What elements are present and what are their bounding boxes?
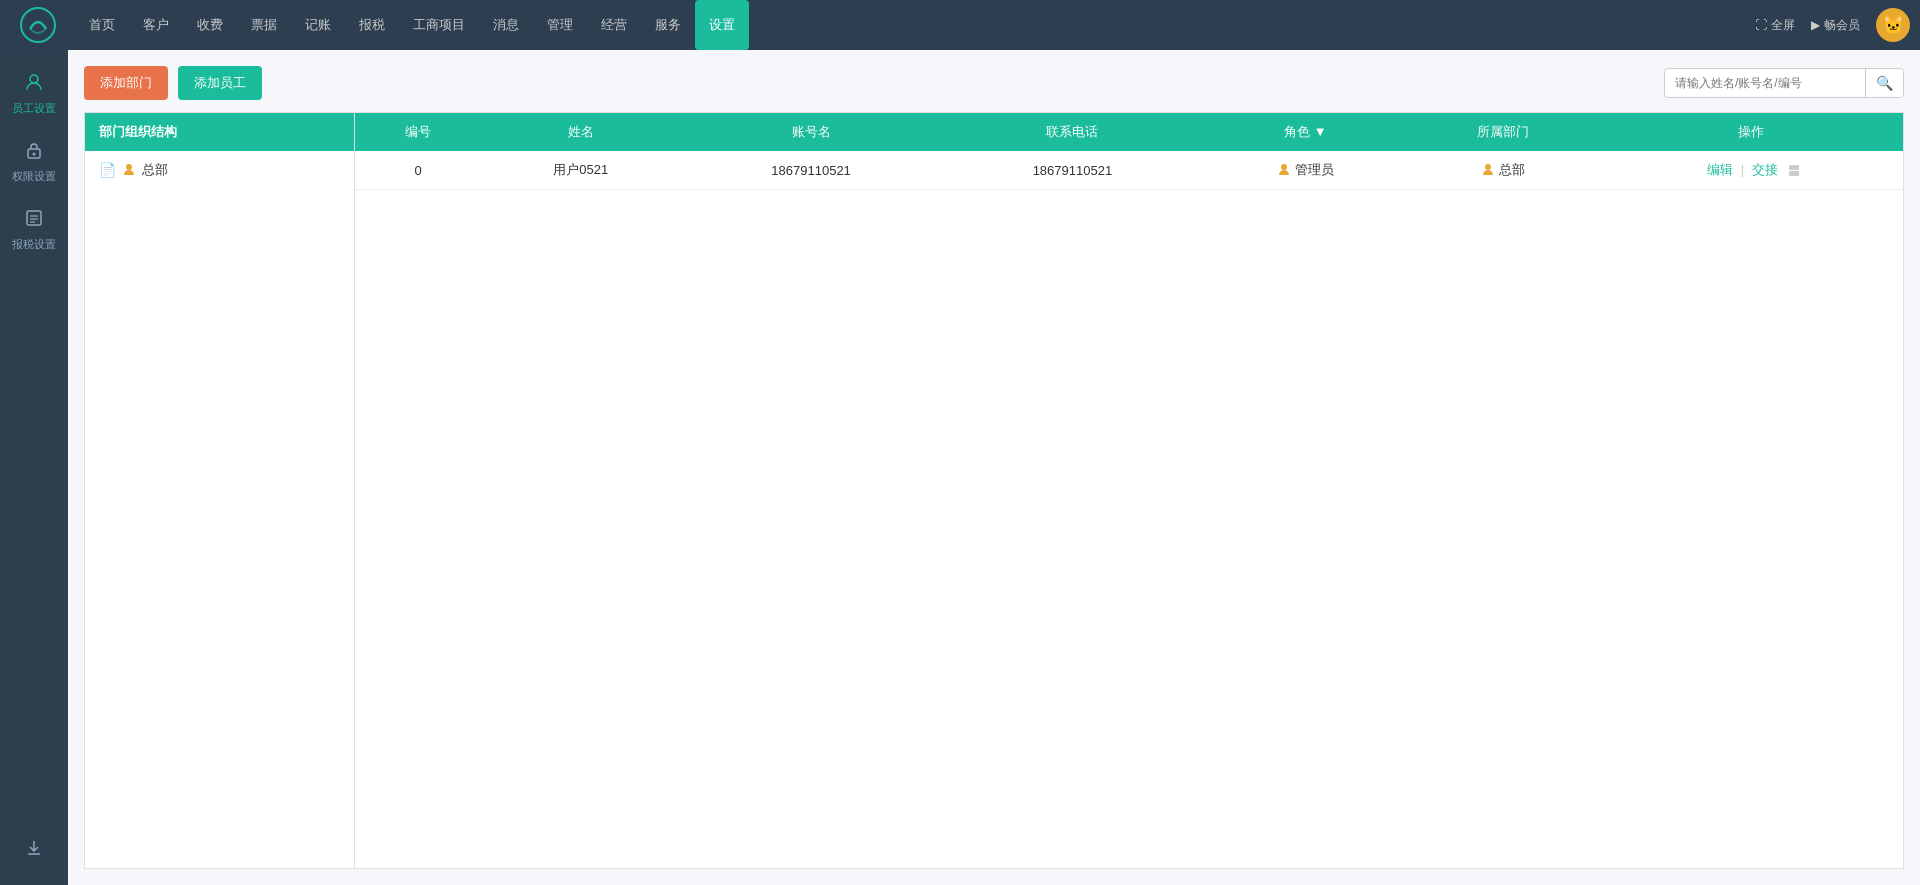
nav-tax[interactable]: 报税 bbox=[345, 0, 399, 50]
cell-dept: 总部 bbox=[1408, 151, 1600, 190]
search-box: 🔍 bbox=[1664, 68, 1904, 98]
svg-point-9 bbox=[1281, 164, 1287, 170]
search-icon: 🔍 bbox=[1876, 75, 1893, 91]
col-phone: 联系电话 bbox=[942, 113, 1203, 151]
nav-operation[interactable]: 经营 bbox=[587, 0, 641, 50]
logo-icon bbox=[10, 7, 65, 43]
svg-point-1 bbox=[30, 75, 38, 83]
employee-table: 编号 姓名 账号名 联系电话 角色 ▼ 所属部门 操作 0 用户0521 bbox=[355, 113, 1903, 868]
main-layout: 员工设置 权限设置 报税设置 bbox=[0, 50, 1920, 885]
tree-header: 部门组织结构 bbox=[85, 113, 354, 151]
cell-account: 18679110521 bbox=[680, 151, 941, 190]
sidebar-bottom bbox=[0, 826, 68, 885]
add-employee-button[interactable]: 添加员工 bbox=[178, 66, 262, 100]
dept-person-icon bbox=[122, 162, 136, 179]
cell-actions: 编辑 | 交接 bbox=[1599, 151, 1903, 190]
avatar-button[interactable]: 🐱 bbox=[1876, 8, 1910, 42]
nav-service[interactable]: 服务 bbox=[641, 0, 695, 50]
cell-role: 管理员 bbox=[1203, 151, 1407, 190]
nav-fee[interactable]: 收费 bbox=[183, 0, 237, 50]
transfer-button[interactable]: 交接 bbox=[1752, 162, 1778, 177]
col-dept: 所属部门 bbox=[1408, 113, 1600, 151]
vip-icon: ▶ bbox=[1811, 18, 1820, 32]
sidebar-label-taxsetting: 报税设置 bbox=[12, 237, 56, 252]
svg-point-3 bbox=[33, 153, 36, 156]
tax-setting-icon bbox=[24, 208, 44, 233]
department-tree: 部门组织结构 📄 总部 bbox=[85, 113, 355, 868]
add-department-button[interactable]: 添加部门 bbox=[84, 66, 168, 100]
search-button[interactable]: 🔍 bbox=[1865, 69, 1903, 97]
dept-name: 总部 bbox=[142, 161, 168, 179]
col-role[interactable]: 角色 ▼ bbox=[1203, 113, 1407, 151]
file-icon: 📄 bbox=[99, 162, 116, 178]
svg-rect-4 bbox=[27, 211, 41, 225]
nav-business[interactable]: 工商项目 bbox=[399, 0, 479, 50]
top-navigation: 首页 客户 收费 票据 记账 报税 工商项目 消息 管理 经营 服务 设置 ⛶ … bbox=[0, 0, 1920, 50]
sidebar-item-permission[interactable]: 权限设置 bbox=[0, 128, 68, 196]
sidebar-label-permission: 权限设置 bbox=[12, 169, 56, 184]
svg-point-0 bbox=[21, 8, 55, 42]
sidebar-item-taxsetting[interactable]: 报税设置 bbox=[0, 196, 68, 264]
toolbar: 添加部门 添加员工 🔍 bbox=[84, 66, 1904, 100]
table-header-row: 编号 姓名 账号名 联系电话 角色 ▼ 所属部门 操作 bbox=[355, 113, 1903, 151]
table-area: 部门组织结构 📄 总部 编号 bbox=[84, 112, 1904, 869]
nav-items-container: 首页 客户 收费 票据 记账 报税 工商项目 消息 管理 经营 服务 设置 bbox=[75, 0, 1755, 50]
nav-manage[interactable]: 管理 bbox=[533, 0, 587, 50]
avatar-icon: 🐱 bbox=[1882, 14, 1904, 36]
sidebar: 员工设置 权限设置 报税设置 bbox=[0, 50, 68, 885]
col-id: 编号 bbox=[355, 113, 481, 151]
download-icon bbox=[24, 838, 44, 863]
nav-accounting[interactable]: 记账 bbox=[291, 0, 345, 50]
cell-id: 0 bbox=[355, 151, 481, 190]
nav-message[interactable]: 消息 bbox=[479, 0, 533, 50]
sidebar-label-employee: 员工设置 bbox=[12, 101, 56, 116]
sidebar-item-download[interactable] bbox=[0, 826, 68, 875]
table-row: 0 用户0521 18679110521 18679110521 bbox=[355, 151, 1903, 190]
cell-name: 用户0521 bbox=[481, 151, 680, 190]
nav-home[interactable]: 首页 bbox=[75, 0, 129, 50]
svg-point-8 bbox=[126, 164, 132, 170]
fullscreen-icon: ⛶ bbox=[1755, 18, 1767, 32]
nav-invoice[interactable]: 票据 bbox=[237, 0, 291, 50]
sidebar-item-employee[interactable]: 员工设置 bbox=[0, 60, 68, 128]
row-scrollbar[interactable] bbox=[1789, 165, 1799, 176]
fullscreen-button[interactable]: ⛶ 全屏 bbox=[1755, 17, 1795, 34]
vip-button[interactable]: ▶ 畅会员 bbox=[1811, 17, 1860, 34]
nav-settings[interactable]: 设置 bbox=[695, 0, 749, 50]
edit-button[interactable]: 编辑 bbox=[1707, 162, 1733, 177]
employee-icon bbox=[24, 72, 44, 97]
cell-phone: 18679110521 bbox=[942, 151, 1203, 190]
right-tools: ⛶ 全屏 ▶ 畅会员 🐱 bbox=[1755, 8, 1910, 42]
content-area: 添加部门 添加员工 🔍 部门组织结构 📄 bbox=[68, 50, 1920, 885]
dept-person-icon bbox=[1481, 162, 1495, 179]
nav-customer[interactable]: 客户 bbox=[129, 0, 183, 50]
col-actions: 操作 bbox=[1599, 113, 1903, 151]
search-input[interactable] bbox=[1665, 70, 1865, 96]
tree-item-general[interactable]: 📄 总部 bbox=[85, 151, 354, 189]
svg-point-10 bbox=[1485, 164, 1491, 170]
role-person-icon bbox=[1277, 162, 1291, 179]
lock-icon bbox=[24, 140, 44, 165]
col-account: 账号名 bbox=[680, 113, 941, 151]
col-name: 姓名 bbox=[481, 113, 680, 151]
